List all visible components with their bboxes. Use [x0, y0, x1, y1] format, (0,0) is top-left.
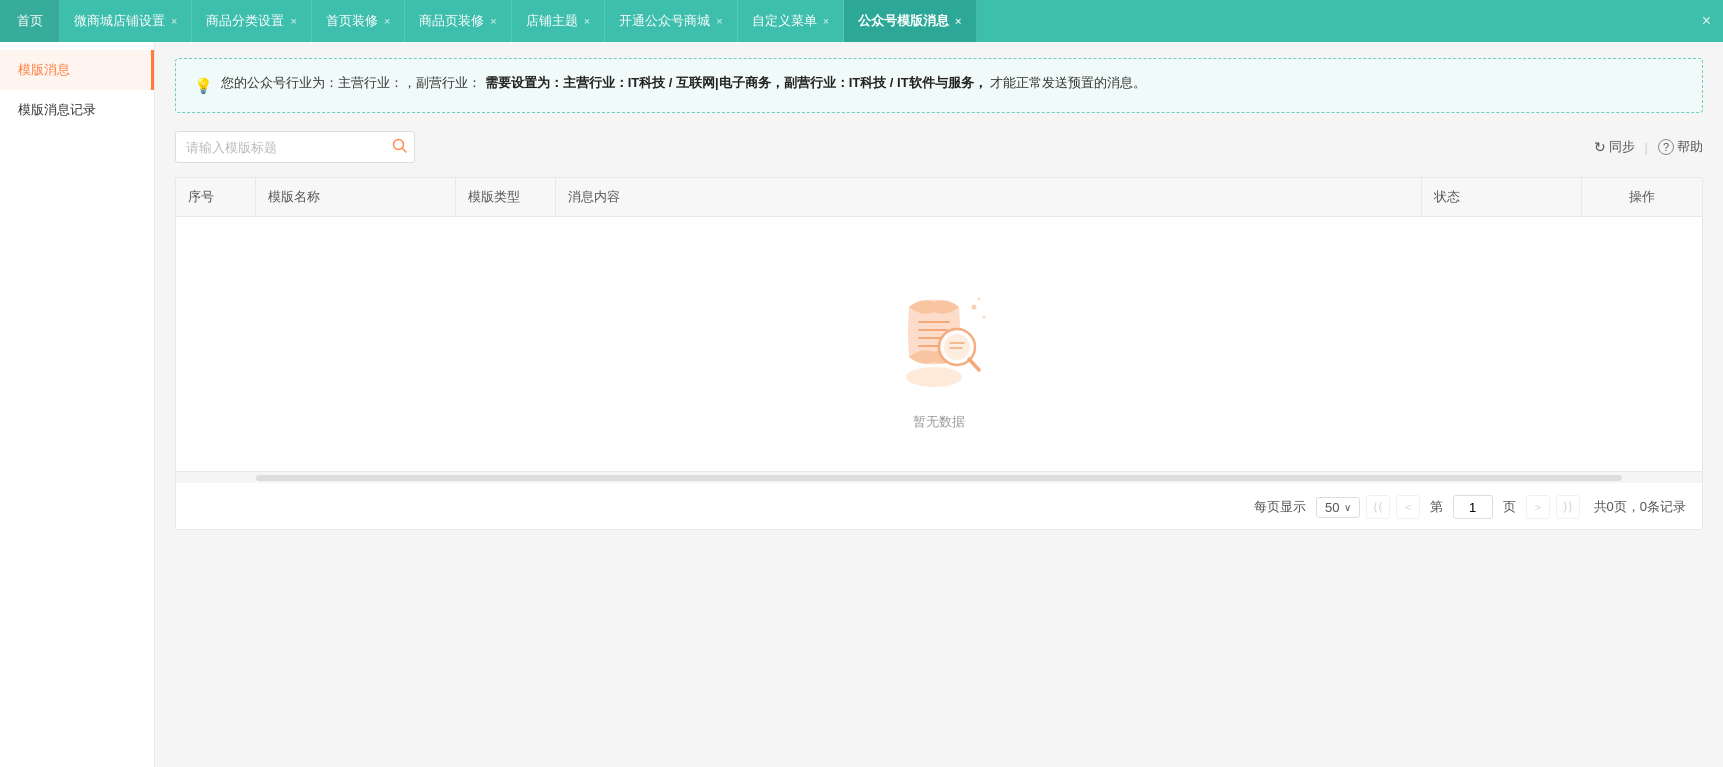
search-input-wrap	[175, 131, 415, 163]
top-nav: 首页 微商城店铺设置 × 商品分类设置 × 首页装修 × 商品页装修 × 店铺主…	[0, 0, 1723, 42]
close-icon[interactable]: ×	[955, 15, 961, 27]
chevron-down-icon: ∨	[1344, 502, 1351, 513]
close-icon[interactable]: ×	[384, 15, 390, 27]
svg-point-12	[972, 305, 977, 310]
th-action: 操作	[1582, 178, 1702, 216]
close-all-button[interactable]: ×	[1702, 12, 1711, 30]
th-seq: 序号	[176, 178, 256, 216]
close-icon[interactable]: ×	[716, 15, 722, 27]
help-button[interactable]: ? 帮助	[1658, 138, 1703, 156]
close-icon[interactable]: ×	[490, 15, 496, 27]
th-type: 模版类型	[456, 178, 556, 216]
pagination: 每页显示 50 ∨ ⟨⟨ ＜ 第 页 ＞ ⟩⟩ 共0页，0条记录	[176, 483, 1702, 529]
nav-tab-menu[interactable]: 自定义菜单 ×	[738, 0, 844, 42]
sidebar-item-template-msg[interactable]: 模版消息	[0, 50, 154, 90]
nav-tab-home[interactable]: 首页	[0, 0, 60, 42]
th-content: 消息内容	[556, 178, 1422, 216]
horizontal-scrollbar[interactable]	[176, 471, 1702, 483]
close-icon[interactable]: ×	[584, 15, 590, 27]
table-header: 序号 模版名称 模版类型 消息内容 状态 操作	[176, 178, 1702, 217]
help-icon: ?	[1658, 139, 1674, 155]
page-first-button[interactable]: ⟨⟨	[1366, 495, 1390, 519]
svg-point-13	[983, 316, 986, 319]
close-icon[interactable]: ×	[290, 15, 296, 27]
empty-text: 暂无数据	[913, 413, 965, 431]
page-prev-button[interactable]: ＜	[1396, 495, 1420, 519]
page-next-button[interactable]: ＞	[1526, 495, 1550, 519]
svg-line-9	[969, 359, 979, 370]
nav-tab-mall[interactable]: 开通公众号商城 ×	[605, 0, 737, 42]
svg-point-2	[906, 367, 962, 387]
svg-line-1	[403, 149, 407, 153]
search-bar: ↻ 同步 | ? 帮助	[175, 131, 1703, 163]
nav-tab-homepage[interactable]: 首页装修 ×	[312, 0, 405, 42]
content-area: 💡 您的公众号行业为：主营行业：，副营行业： 需要设置为：主营行业：IT科技 /…	[155, 42, 1723, 767]
sync-button[interactable]: ↻ 同步	[1594, 138, 1635, 156]
close-icon[interactable]: ×	[823, 15, 829, 27]
scrollbar-track	[256, 475, 1622, 481]
nav-tab-template[interactable]: 公众号模版消息 ×	[844, 0, 976, 42]
info-notice: 💡 您的公众号行业为：主营行业：，副营行业： 需要设置为：主营行业：IT科技 /…	[175, 58, 1703, 113]
data-table: 序号 模版名称 模版类型 消息内容 状态 操作	[175, 177, 1703, 530]
th-name: 模版名称	[256, 178, 456, 216]
page-last-button[interactable]: ⟩⟩	[1556, 495, 1580, 519]
main-layout: 模版消息 模版消息记录 💡 您的公众号行业为：主营行业：，副营行业： 需要设置为…	[0, 42, 1723, 767]
empty-state: 暂无数据	[176, 217, 1702, 471]
nav-tab-theme[interactable]: 店铺主题 ×	[512, 0, 605, 42]
svg-point-14	[978, 298, 981, 301]
close-icon[interactable]: ×	[171, 15, 177, 27]
sync-icon: ↻	[1594, 139, 1606, 155]
page-size-select[interactable]: 50 ∨	[1316, 497, 1359, 518]
nav-tab-wshop[interactable]: 微商城店铺设置 ×	[60, 0, 192, 42]
bulb-icon: 💡	[194, 74, 213, 98]
empty-illustration	[879, 277, 999, 397]
nav-tab-category[interactable]: 商品分类设置 ×	[192, 0, 311, 42]
svg-point-8	[944, 334, 970, 360]
nav-tab-product[interactable]: 商品页装修 ×	[405, 0, 511, 42]
page-input[interactable]	[1453, 495, 1493, 519]
search-button[interactable]	[392, 138, 407, 156]
search-actions: ↻ 同步 | ? 帮助	[1594, 138, 1703, 156]
sidebar: 模版消息 模版消息记录	[0, 42, 155, 767]
th-status: 状态	[1422, 178, 1582, 216]
total-info: 共0页，0条记录	[1594, 498, 1686, 516]
search-input[interactable]	[175, 131, 415, 163]
sidebar-item-template-log[interactable]: 模版消息记录	[0, 90, 154, 130]
divider: |	[1645, 140, 1648, 155]
